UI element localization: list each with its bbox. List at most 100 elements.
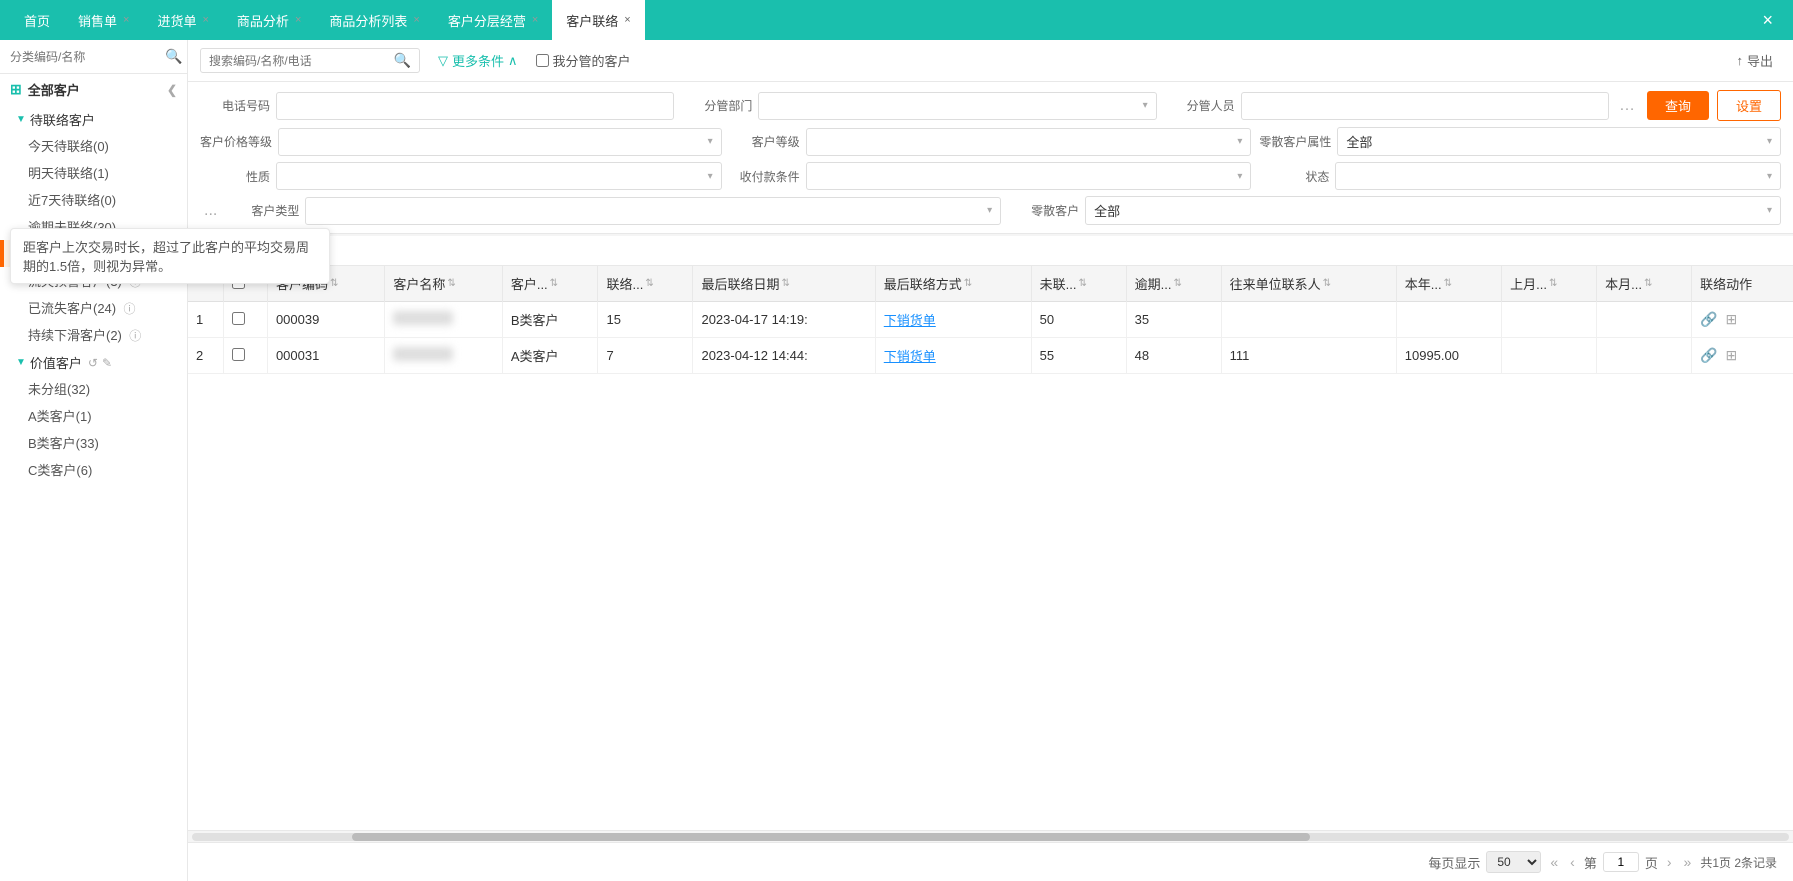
price-grade-select[interactable]: ▾ (278, 128, 722, 156)
refresh-icon[interactable]: ↺ (88, 356, 98, 370)
per-page-select[interactable]: 50 100 200 (1486, 851, 1541, 873)
cell-checkbox-2[interactable] (223, 338, 267, 374)
nav-customer-contact-close[interactable]: × (624, 14, 630, 26)
edit-icon[interactable]: ✎ (102, 356, 112, 370)
th-last-contact-method[interactable]: 最后联络方式 ⇅ (875, 266, 1031, 302)
more-icon-2[interactable]: ⊞ (1726, 347, 1738, 364)
sidebar-item-churned[interactable]: 已流失客户(24) ⓘ (0, 294, 187, 321)
first-page-btn[interactable]: « (1547, 854, 1561, 870)
settings-button[interactable]: 设置 (1717, 90, 1781, 121)
nav-home[interactable]: 首页 (10, 0, 64, 40)
nav-sales-close[interactable]: × (123, 14, 129, 26)
retail-attr-select[interactable]: 全部 ▾ (1337, 127, 1781, 156)
cell-no-contact-1: 50 (1031, 302, 1126, 338)
table-row: 1 000039 B类客户 15 2023-04-17 14:19: 下销货单 (188, 302, 1793, 338)
gender-select[interactable]: ▾ (276, 162, 722, 190)
dept-select[interactable]: ▾ (758, 92, 1156, 120)
th-contact-person[interactable]: 往来单位联系人 ⇅ (1221, 266, 1396, 302)
nav-purchase[interactable]: 进货单 × (143, 0, 222, 40)
cell-checkbox-1[interactable] (223, 302, 267, 338)
next-page-btn[interactable]: › (1664, 854, 1675, 870)
toolbar: 🔍 ▽ 更多条件 ∧ 我分管的客户 ↑ 导出 (188, 40, 1793, 82)
th-customer-grade[interactable]: 客户... ⇅ (502, 266, 598, 302)
customer-table: 客户编码 ⇅ 客户名称 ⇅ 客户... (188, 266, 1793, 374)
manager-more-icon[interactable]: … (1615, 97, 1639, 115)
th-no-contact[interactable]: 未联... ⇅ (1031, 266, 1126, 302)
last-page-btn[interactable]: » (1681, 854, 1695, 870)
nav-analysis[interactable]: 商品分析 × (223, 0, 315, 40)
nav-customer-mgmt[interactable]: 客户分层经营 × (434, 0, 552, 40)
th-contact-count[interactable]: 联络... ⇅ (598, 266, 693, 302)
query-button[interactable]: 查询 (1647, 91, 1709, 120)
sidebar-item-ungrouped[interactable]: 未分组(32) (0, 375, 187, 402)
window-close-button[interactable]: × (1752, 10, 1783, 31)
export-button[interactable]: ↑ 导出 (1728, 48, 1781, 73)
sidebar-group-value-customers[interactable]: ▼ 价值客户 ↺ ✎ (0, 348, 187, 375)
scrollbar-thumb[interactable] (352, 833, 1310, 841)
status-select[interactable]: ▾ (1335, 162, 1781, 190)
nav-sales[interactable]: 销售单 × (64, 0, 143, 40)
nav-analysis-list[interactable]: 商品分析列表 × (315, 0, 433, 40)
retail-customer-select[interactable]: 全部 ▾ (1085, 196, 1781, 225)
cell-last-method-2[interactable]: 下销货单 (875, 338, 1031, 374)
more-dots[interactable]: ... (200, 202, 221, 220)
link-icon-1[interactable]: 🔗 (1700, 311, 1717, 328)
sidebar-group-pending[interactable]: ▼ 待联络客户 (0, 105, 187, 132)
horizontal-scrollbar[interactable] (188, 830, 1793, 842)
info-icon-3[interactable]: ⓘ (123, 302, 135, 316)
payment-select[interactable]: ▾ (806, 162, 1252, 190)
sidebar-item-b-class[interactable]: B类客户(33) (0, 429, 187, 456)
sidebar-item-tomorrow[interactable]: 明天待联络(1) (0, 159, 187, 186)
th-overdue[interactable]: 逾期... ⇅ (1126, 266, 1221, 302)
row-checkbox-1[interactable] (232, 312, 245, 325)
sidebar-search-icon[interactable]: 🔍 (165, 48, 182, 65)
row-checkbox-2[interactable] (232, 348, 245, 361)
sidebar-collapse-btn[interactable]: ❮ (167, 83, 177, 97)
phone-input[interactable] (276, 92, 674, 120)
cell-last-method-1[interactable]: 下销货单 (875, 302, 1031, 338)
nav-customer-contact[interactable]: 客户联络 × (552, 0, 644, 40)
sidebar-item-declining[interactable]: 持续下滑客户(2) ⓘ (0, 321, 187, 348)
sidebar-item-7days[interactable]: 近7天待联络(0) (0, 186, 187, 213)
sidebar-all-customers[interactable]: ⊞ 全部客户 ❮ (0, 74, 187, 105)
prev-page-btn[interactable]: ‹ (1567, 854, 1578, 870)
chevron-down-icon-3: ▾ (1237, 136, 1242, 147)
info-icon-4[interactable]: ⓘ (129, 329, 141, 343)
sidebar-item-c-class[interactable]: C类客户(6) (0, 456, 187, 483)
th-this-year[interactable]: 本年... ⇅ (1396, 266, 1501, 302)
th-last-month[interactable]: 上月... ⇅ (1502, 266, 1597, 302)
filter-retail-customer: 零散客户 全部 ▾ (1009, 196, 1781, 225)
cell-this-month-1 (1597, 302, 1692, 338)
manager-select[interactable] (1241, 92, 1609, 120)
cell-person-2: 111 (1221, 338, 1396, 374)
sidebar-item-today[interactable]: 今天待联络(0) (0, 132, 187, 159)
nav-analysis-list-close[interactable]: × (413, 14, 419, 26)
th-last-contact-date[interactable]: 最后联络日期 ⇅ (693, 266, 875, 302)
th-this-month[interactable]: 本月... ⇅ (1597, 266, 1692, 302)
nav-customer-mgmt-close[interactable]: × (532, 14, 538, 26)
search-input[interactable] (209, 54, 394, 68)
link-icon-2[interactable]: 🔗 (1700, 347, 1717, 364)
my-customer-toggle[interactable]: 我分管的客户 (536, 51, 631, 70)
search-icon[interactable]: 🔍 (394, 52, 411, 69)
nav-purchase-close[interactable]: × (202, 14, 208, 26)
my-customer-checkbox[interactable] (536, 54, 549, 67)
sidebar-search-input[interactable] (10, 50, 165, 64)
chevron-icon: ∧ (508, 53, 518, 69)
more-conditions-btn[interactable]: ▽ 更多条件 ∧ (430, 48, 526, 73)
th-actions: 联络动作 (1692, 266, 1793, 302)
cell-year-1 (1396, 302, 1501, 338)
filter-customer-type: 客户类型 ▾ (229, 197, 1001, 225)
page-number-input[interactable] (1603, 852, 1639, 872)
more-icon-1[interactable]: ⊞ (1726, 311, 1738, 328)
customer-grade-select[interactable]: ▾ (806, 128, 1252, 156)
sort-icon-year: ⇅ (1444, 278, 1452, 289)
filter-phone: 电话号码 (200, 92, 674, 120)
cell-overdue-2: 48 (1126, 338, 1221, 374)
customer-type-select[interactable]: ▾ (305, 197, 1001, 225)
nav-analysis-close[interactable]: × (295, 14, 301, 26)
sidebar-item-a-class[interactable]: A类客户(1) (0, 402, 187, 429)
cell-grade-1: B类客户 (502, 302, 598, 338)
th-name[interactable]: 客户名称 ⇅ (385, 266, 502, 302)
cell-person-1 (1221, 302, 1396, 338)
